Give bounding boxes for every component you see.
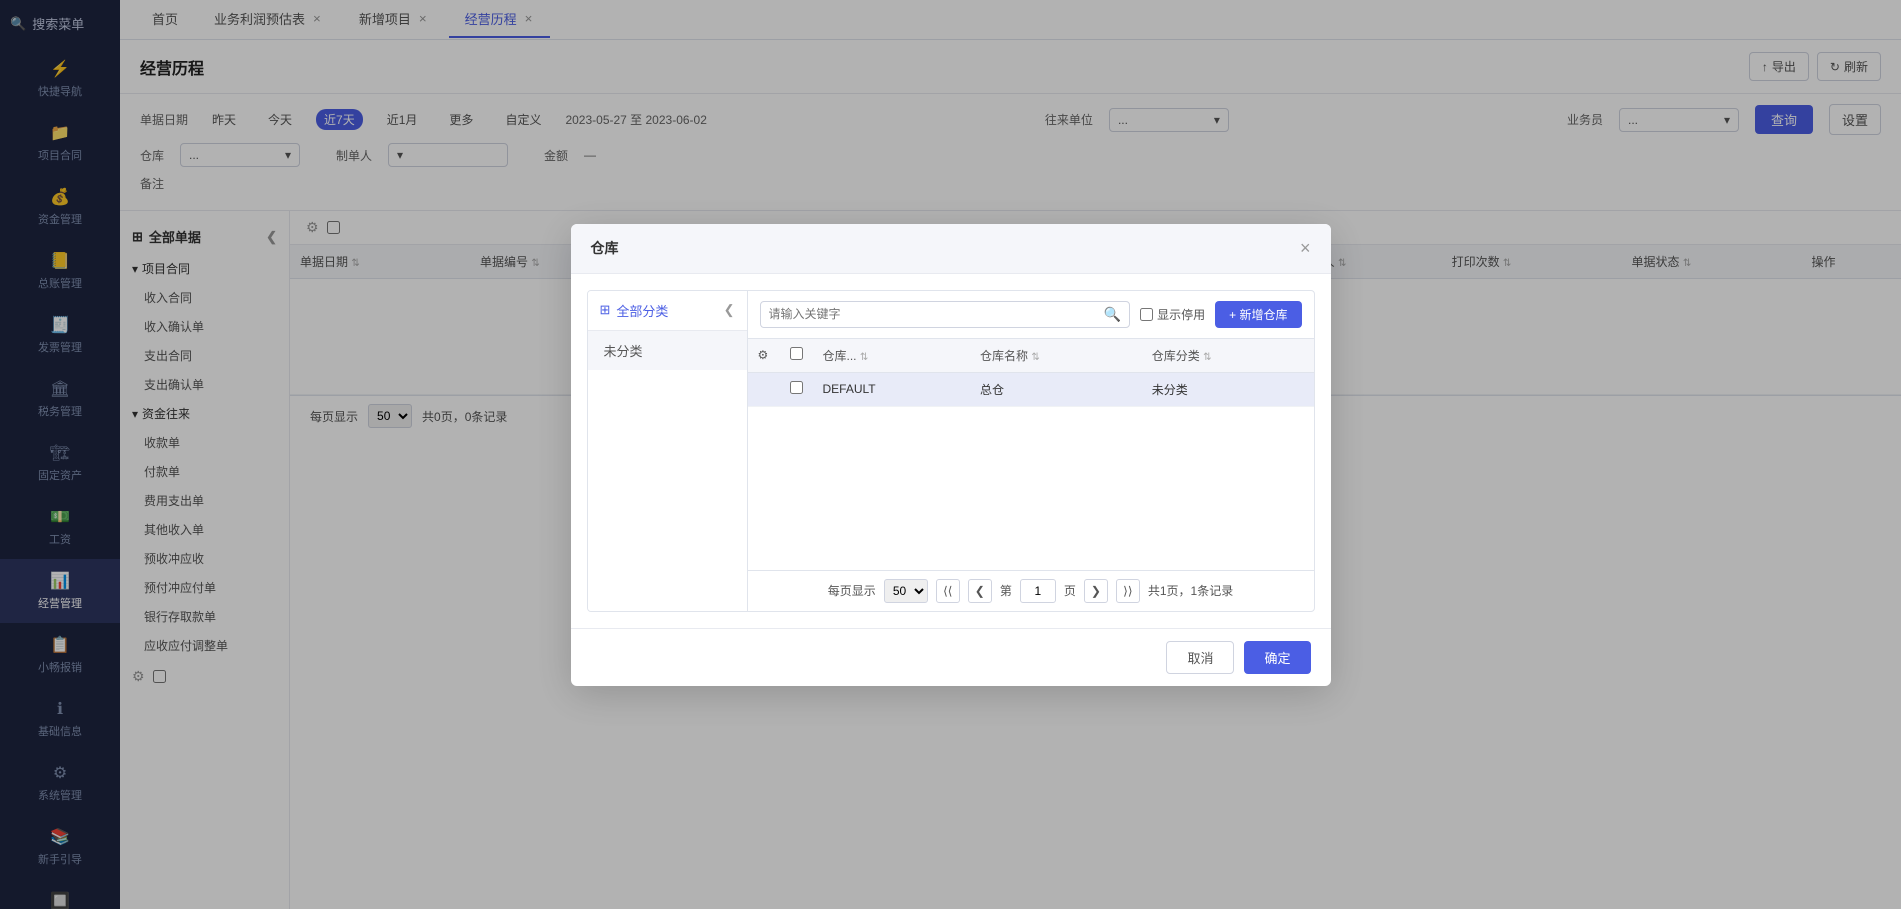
modal-th-category: 仓库分类 ⇅	[1142, 339, 1314, 373]
prev-page-btn[interactable]: ❮	[968, 579, 992, 603]
modal-table: ⚙ 仓库... ⇅ 仓库名称 ⇅ 仓库分类 ⇅ DEFAU	[748, 339, 1314, 407]
modal-select-all[interactable]	[790, 347, 803, 360]
row-check[interactable]	[790, 381, 803, 394]
modal-th-code: 仓库... ⇅	[813, 339, 971, 373]
row-settings	[748, 372, 780, 406]
modal-body: ⊞ 全部分类 ❮ 未分类 🔍 显示停用	[571, 274, 1331, 628]
row-code: DEFAULT	[813, 372, 971, 406]
modal-per-page-label: 每页显示	[828, 582, 876, 599]
modal-per-page-select[interactable]: 50	[884, 579, 928, 603]
row-category: 未分类	[1142, 372, 1314, 406]
warehouse-modal: 仓库 × ⊞ 全部分类 ❮ 未分类 🔍	[571, 224, 1331, 686]
modal-table-body: DEFAULT 总仓 未分类	[748, 372, 1314, 406]
search-input-wrap: 🔍	[760, 301, 1131, 328]
modal-title: 仓库	[591, 238, 619, 258]
modal-left-header: ⊞ 全部分类 ❮	[588, 291, 747, 331]
show-disabled-checkbox[interactable]	[1140, 308, 1153, 321]
modal-left-collapse-btn[interactable]: ❮	[724, 302, 735, 318]
table-row[interactable]: DEFAULT 总仓 未分类	[748, 372, 1314, 406]
show-disabled-text: 显示停用	[1157, 306, 1205, 323]
row-checkbox	[780, 372, 813, 406]
grid-icon-modal: ⊞	[600, 302, 611, 318]
modal-table-wrap: ⚙ 仓库... ⇅ 仓库名称 ⇅ 仓库分类 ⇅ DEFAU	[748, 339, 1314, 570]
modal-left-panel: ⊞ 全部分类 ❮ 未分类	[588, 291, 748, 611]
modal-search-bar: 🔍 显示停用 + 新增仓库	[748, 291, 1314, 339]
row-name: 总仓	[970, 372, 1142, 406]
page-label: 第	[1000, 582, 1012, 599]
modal-total-info: 共1页，1条记录	[1148, 582, 1233, 599]
modal-confirm-button[interactable]: 确定	[1244, 641, 1310, 674]
modal-search-input[interactable]	[769, 307, 1104, 321]
modal-th-checkbox	[780, 339, 813, 373]
show-disabled-label[interactable]: 显示停用	[1140, 306, 1205, 323]
modal-right-panel: 🔍 显示停用 + 新增仓库 ⚙	[748, 291, 1314, 611]
modal-pagination: 每页显示 50 ⟨⟨ ❮ 第 页 ❯ ⟩⟩ 共1页，1条记录	[748, 570, 1314, 611]
modal-inner: ⊞ 全部分类 ❮ 未分类 🔍 显示停用	[587, 290, 1315, 612]
modal-header: 仓库 ×	[571, 224, 1331, 274]
modal-left-title: 全部分类	[616, 301, 668, 320]
modal-th-name: 仓库名称 ⇅	[970, 339, 1142, 373]
modal-left-item-uncategorized[interactable]: 未分类	[588, 331, 747, 370]
modal-cancel-button[interactable]: 取消	[1166, 641, 1234, 674]
modal-th-settings: ⚙	[748, 339, 780, 373]
modal-footer: 取消 确定	[571, 628, 1331, 686]
last-page-btn[interactable]: ⟩⟩	[1116, 579, 1140, 603]
page-number-input[interactable]	[1020, 579, 1056, 603]
add-warehouse-button[interactable]: + 新增仓库	[1215, 301, 1301, 328]
page-unit: 页	[1064, 582, 1076, 599]
first-page-btn[interactable]: ⟨⟨	[936, 579, 960, 603]
modal-table-header-row: ⚙ 仓库... ⇅ 仓库名称 ⇅ 仓库分类 ⇅	[748, 339, 1314, 373]
next-page-btn[interactable]: ❯	[1084, 579, 1108, 603]
modal-search-icon[interactable]: 🔍	[1104, 306, 1121, 323]
modal-close-button[interactable]: ×	[1300, 238, 1311, 259]
